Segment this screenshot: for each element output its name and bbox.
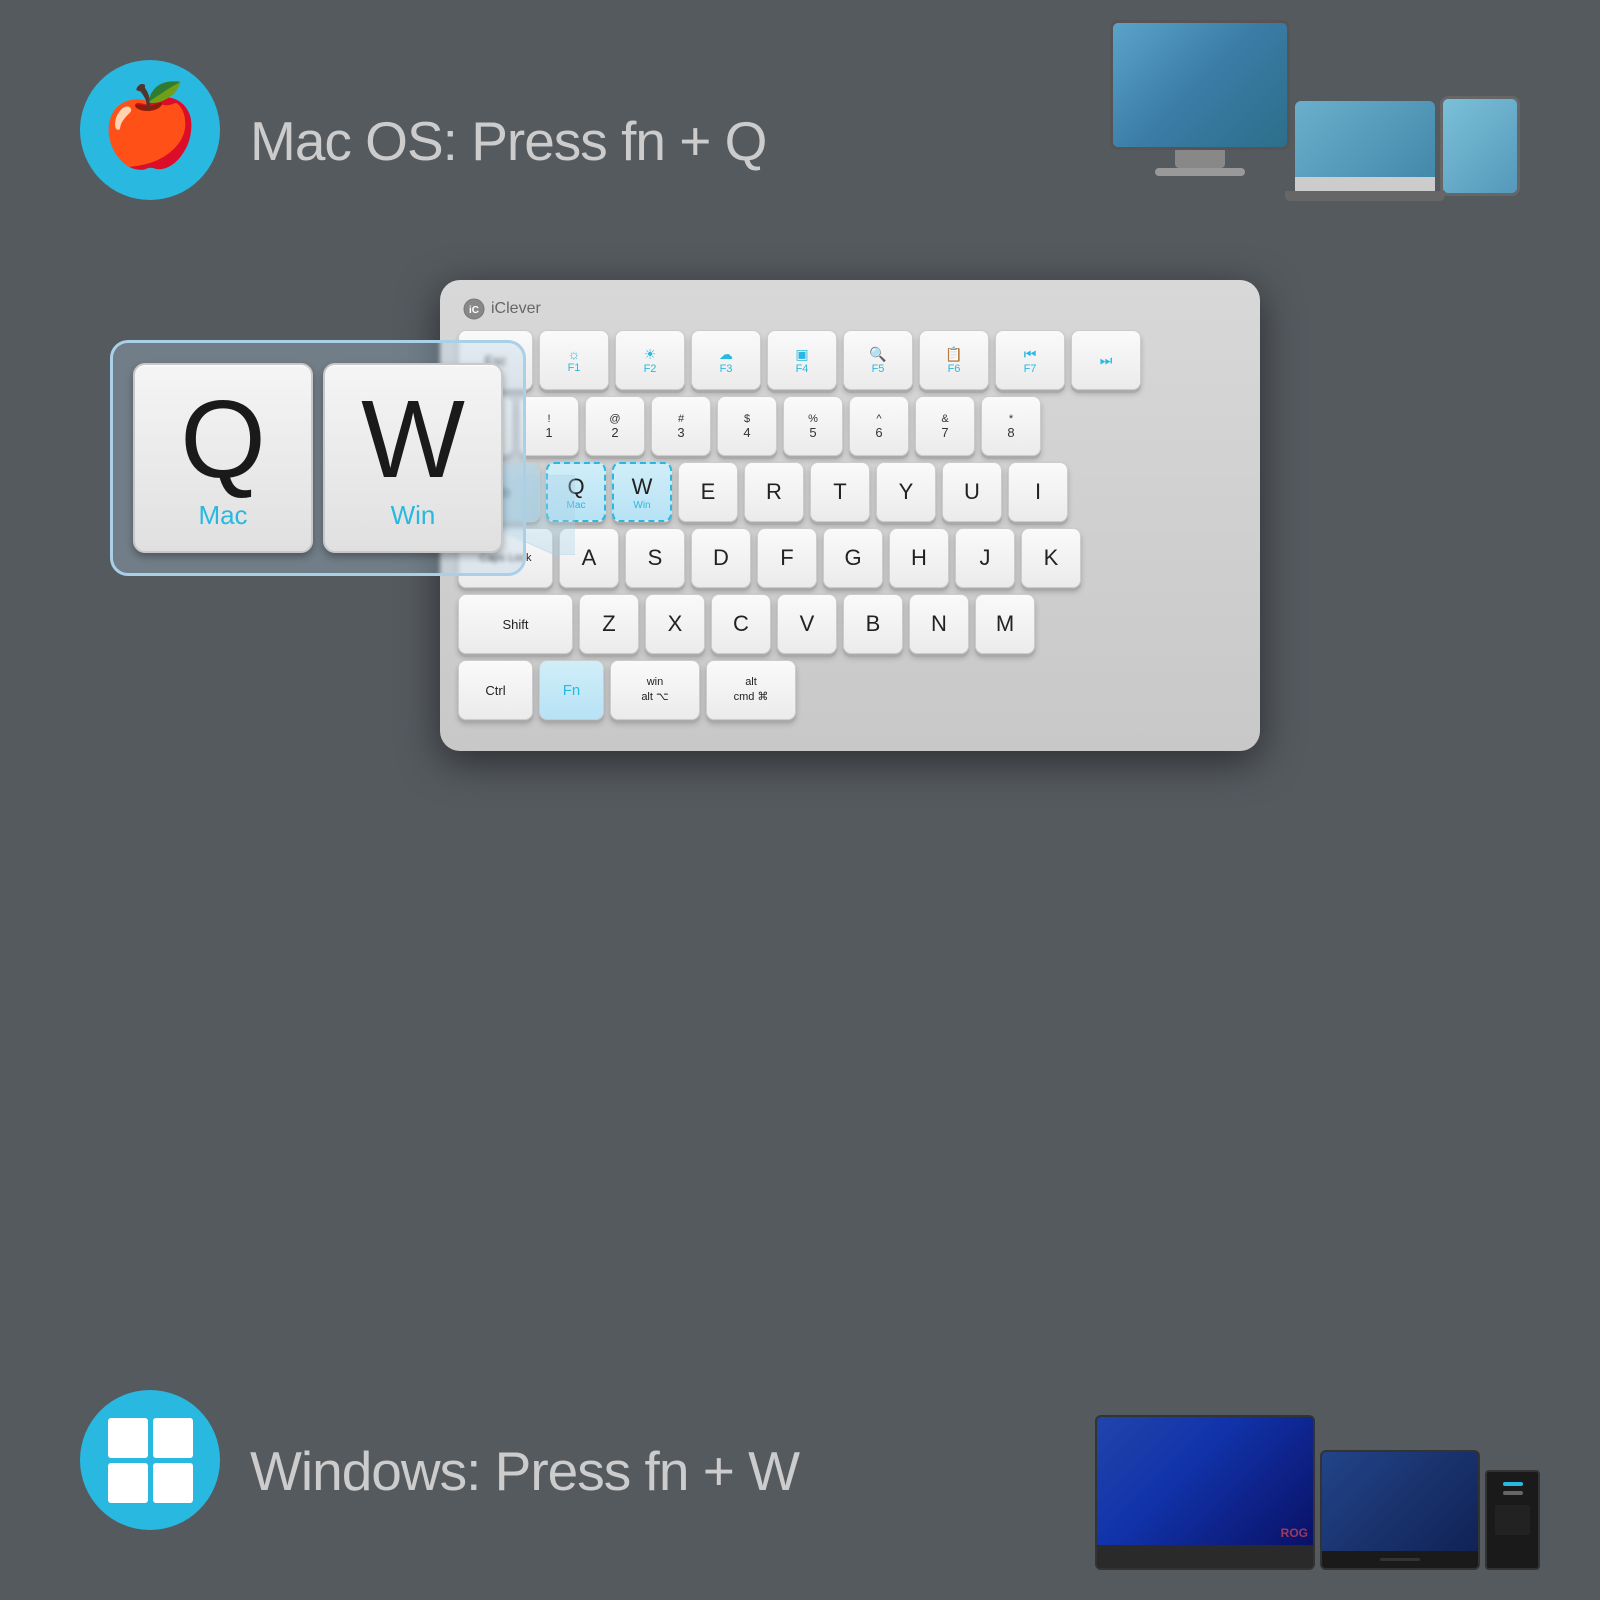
key-win-alt[interactable]: winalt ⌥ (610, 660, 700, 720)
svg-text:iC: iC (469, 305, 479, 316)
fn-key-row: Esc ☼ F1 ☀ F2 ☁ F3 ▣ F4 🔍 F5 (458, 330, 1242, 390)
key-s[interactable]: S (625, 528, 685, 588)
key-6[interactable]: ^ 6 (849, 396, 909, 456)
z-key-row: Shift Z X C V B N M (458, 594, 1242, 654)
key-f5[interactable]: 🔍 F5 (843, 330, 913, 390)
key-d[interactable]: D (691, 528, 751, 588)
keyboard-brand: iC iClever (458, 298, 1242, 320)
win-monitor (1320, 1450, 1480, 1570)
key-f7[interactable]: ⏮ F7 (995, 330, 1065, 390)
windows-label: Windows: Press fn + W (250, 1410, 799, 1510)
key-i[interactable]: I (1008, 462, 1068, 522)
key-j[interactable]: J (955, 528, 1015, 588)
ctrl-key-row: Ctrl Fn winalt ⌥ altcmd ⌘ (458, 660, 1242, 720)
key-k[interactable]: K (1021, 528, 1081, 588)
key-t[interactable]: T (810, 462, 870, 522)
key-f[interactable]: F (757, 528, 817, 588)
key-5[interactable]: % 5 (783, 396, 843, 456)
win-device-group (1095, 1415, 1540, 1570)
key-c[interactable]: C (711, 594, 771, 654)
key-2[interactable]: @ 2 (585, 396, 645, 456)
key-shift[interactable]: Shift (458, 594, 573, 654)
key-f4[interactable]: ▣ F4 (767, 330, 837, 390)
key-8[interactable]: * 8 (981, 396, 1041, 456)
key-alt-cmd[interactable]: altcmd ⌘ (706, 660, 796, 720)
apple-icon: 🍎 (100, 86, 200, 166)
key-w[interactable]: W Win (612, 462, 672, 522)
windows-devices (1095, 1415, 1540, 1570)
key-n[interactable]: N (909, 594, 969, 654)
big-w-letter: W (361, 385, 465, 495)
mac-monitor (1110, 20, 1290, 150)
key-u[interactable]: U (942, 462, 1002, 522)
mac-os-text: Mac OS: Press fn + Q (250, 79, 766, 182)
mac-laptop (1295, 101, 1435, 196)
key-3[interactable]: # 3 (651, 396, 711, 456)
mac-ipad (1440, 96, 1520, 196)
win-laptop (1095, 1415, 1315, 1570)
key-f2[interactable]: ☀ F2 (615, 330, 685, 390)
big-keys-highlight: Q Mac W Win (110, 340, 526, 576)
key-ctrl[interactable]: Ctrl (458, 660, 533, 720)
number-key-row: ~ ` ! 1 @ 2 # 3 $ 4 % 5 (458, 396, 1242, 456)
key-f6[interactable]: 📋 F6 (919, 330, 989, 390)
key-r[interactable]: R (744, 462, 804, 522)
key-x[interactable]: X (645, 594, 705, 654)
key-1[interactable]: ! 1 (519, 396, 579, 456)
key-4[interactable]: $ 4 (717, 396, 777, 456)
key-e[interactable]: E (678, 462, 738, 522)
key-b[interactable]: B (843, 594, 903, 654)
top-section: 🍎 Mac OS: Press fn + Q (80, 60, 766, 200)
bottom-section: Windows: Press fn + W (80, 1390, 799, 1530)
a-key-row: Caps Lock A S D F G H J K (458, 528, 1242, 588)
big-q-label: Mac (198, 500, 247, 531)
win-icon-tl (108, 1418, 148, 1458)
win-icon-bl (108, 1463, 148, 1503)
windows-circle (80, 1390, 220, 1530)
key-v[interactable]: V (777, 594, 837, 654)
mac-devices (1110, 20, 1520, 196)
windows-icon (103, 1413, 198, 1508)
windows-text: Windows: Press fn + W (250, 1409, 799, 1512)
win-icon-tr (153, 1418, 193, 1458)
key-f3[interactable]: ☁ F3 (691, 330, 761, 390)
big-key-q: Q Mac (133, 363, 313, 553)
win-tower (1485, 1470, 1540, 1570)
win-icon-br (153, 1463, 193, 1503)
big-key-w: W Win (323, 363, 503, 553)
key-f8[interactable]: ⏭ (1071, 330, 1141, 390)
brand-logo-icon: iC (463, 298, 485, 320)
q-key-row: Tab Q Mac W Win E R T Y U I (458, 462, 1242, 522)
mac-os-label: Mac OS: Press fn + Q (250, 80, 766, 180)
key-m[interactable]: M (975, 594, 1035, 654)
key-g[interactable]: G (823, 528, 883, 588)
brand-name: iClever (491, 300, 541, 318)
key-fn[interactable]: Fn (539, 660, 604, 720)
big-q-letter: Q (180, 385, 266, 495)
key-7[interactable]: & 7 (915, 396, 975, 456)
key-z[interactable]: Z (579, 594, 639, 654)
key-h[interactable]: H (889, 528, 949, 588)
apple-circle: 🍎 (80, 60, 220, 200)
big-w-label: Win (391, 500, 436, 531)
mac-device-group (1110, 20, 1520, 196)
key-y[interactable]: Y (876, 462, 936, 522)
key-f1[interactable]: ☼ F1 (539, 330, 609, 390)
